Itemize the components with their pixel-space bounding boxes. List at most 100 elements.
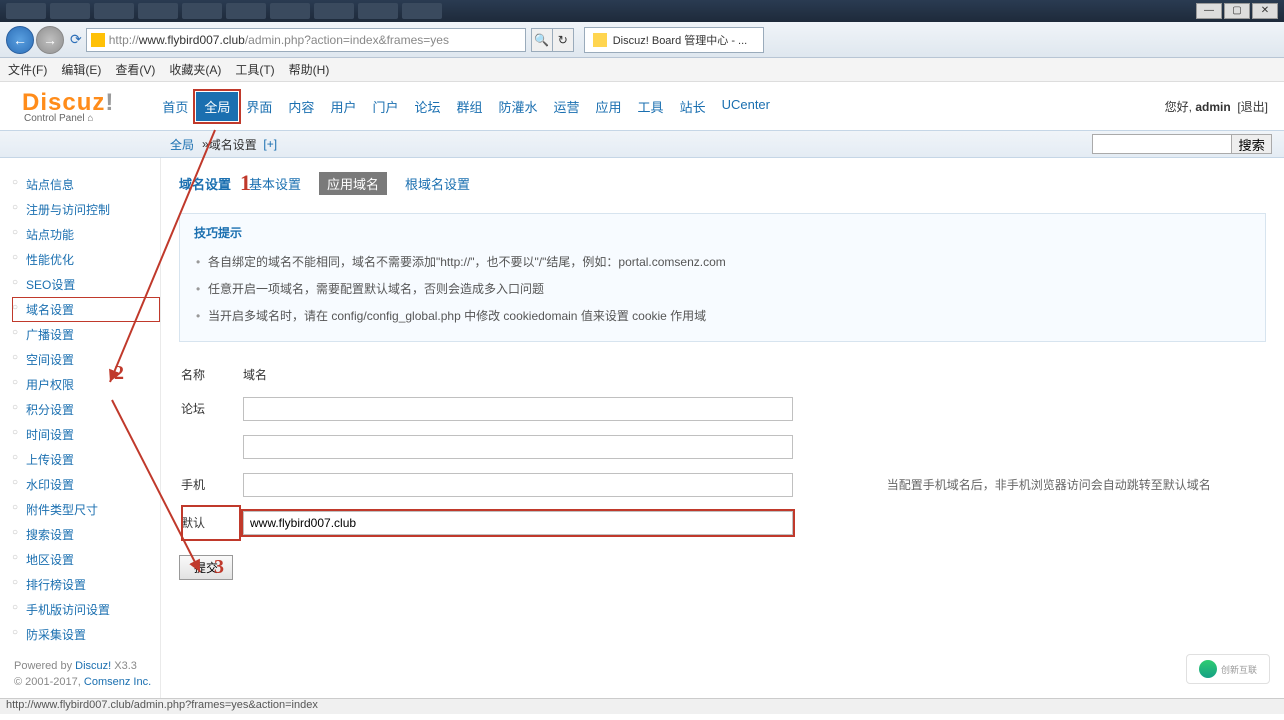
topnav-全局[interactable]: 全局 — [196, 92, 238, 121]
topnav-群组[interactable]: 群组 — [448, 92, 490, 121]
row-default-label: 默认 — [181, 505, 241, 541]
sidebar-item-5[interactable]: 域名设置 — [12, 297, 160, 322]
window-maximize[interactable]: ▢ — [1224, 3, 1250, 19]
footer-discuz-link[interactable]: Discuz! — [75, 660, 111, 672]
sidebar-item-11[interactable]: 上传设置 — [12, 447, 160, 472]
sidebar-item-7[interactable]: 空间设置 — [12, 347, 160, 372]
topnav-UCenter[interactable]: UCenter — [714, 92, 778, 121]
topnav-论坛[interactable]: 论坛 — [406, 92, 448, 121]
submit-button[interactable]: 提交 — [179, 555, 233, 580]
row-blank-label — [181, 429, 241, 465]
site-favicon — [91, 33, 105, 47]
sidebar-item-8[interactable]: 用户权限 — [12, 372, 160, 397]
tab-basic[interactable]: 基本设置 — [249, 174, 301, 193]
sidebar-item-18[interactable]: 防采集设置 — [12, 622, 160, 647]
watermark: 创新互联 — [1186, 654, 1270, 684]
go-button[interactable]: 🔍 — [531, 28, 553, 52]
tip-2: 当开启多域名时，请在 config/config_global.php 中修改 … — [194, 303, 1251, 330]
breadcrumb-root[interactable]: 全局 — [170, 136, 194, 153]
url-host: www.flybird007.club — [139, 33, 245, 47]
menu-view[interactable]: 查看(V) — [115, 61, 155, 78]
sidebar-item-14[interactable]: 搜索设置 — [12, 522, 160, 547]
menu-favorites[interactable]: 收藏夹(A) — [169, 61, 221, 78]
back-button[interactable]: ← — [6, 26, 34, 54]
forward-button[interactable]: → — [36, 26, 64, 54]
sidebar-item-17[interactable]: 手机版访问设置 — [12, 597, 160, 622]
row-mobile-note: 当配置手机域名后，非手机浏览器访问会自动跳转至默认域名 — [877, 467, 1264, 503]
browser-status-bar: http://www.flybird007.club/admin.php?fra… — [0, 698, 1284, 714]
admin-search-button[interactable]: 搜索 — [1231, 134, 1272, 154]
domain-form-table: 名称 域名 论坛 手机 当配置手机域名后，非手机浏览器访问会自动跳转至默认域名 … — [179, 358, 1266, 543]
address-bar[interactable]: http://www.flybird007.club/admin.php?act… — [86, 28, 526, 52]
topnav-防灌水[interactable]: 防灌水 — [491, 92, 546, 121]
menu-help[interactable]: 帮助(H) — [289, 61, 330, 78]
content-tabs: 域名设置 基本设置 应用域名 根域名设置 — [179, 172, 1266, 195]
sidebar-item-6[interactable]: 广播设置 — [12, 322, 160, 347]
user-area: 您好, admin [退出] — [1165, 98, 1268, 115]
breadcrumb-bar: 全局 » 域名设置 [+] 搜索 — [0, 130, 1284, 158]
footer: Powered by Discuz! X3.3 © 2001-2017, Com… — [14, 659, 151, 690]
url-scheme: http:// — [109, 33, 139, 47]
topnav-运营[interactable]: 运营 — [546, 92, 588, 121]
sidebar-item-1[interactable]: 注册与访问控制 — [12, 197, 160, 222]
row-forum-label: 论坛 — [181, 391, 241, 427]
window-close[interactable]: ✕ — [1252, 3, 1278, 19]
refresh-icon[interactable]: ⟳ — [70, 31, 82, 48]
tips-title: 技巧提示 — [194, 224, 1251, 241]
row-default-input[interactable] — [243, 511, 793, 535]
tab-favicon — [593, 33, 607, 47]
breadcrumb-sep: » — [202, 137, 209, 151]
tab-title: Discuz! Board 管理中心 - ... — [613, 32, 747, 48]
os-taskbar: — ▢ ✕ — [0, 0, 1284, 22]
col-name: 名称 — [181, 360, 241, 389]
tab-app-domain[interactable]: 应用域名 — [319, 172, 387, 195]
row-mobile-input[interactable] — [243, 473, 793, 497]
admin-search-input[interactable] — [1092, 134, 1232, 154]
tab-domain-settings[interactable]: 域名设置 — [179, 174, 231, 193]
row-forum-input[interactable] — [243, 397, 793, 421]
browser-tab[interactable]: Discuz! Board 管理中心 - ... — [584, 27, 764, 53]
breadcrumb-current: 域名设置 — [209, 136, 257, 153]
topnav-内容[interactable]: 内容 — [280, 92, 322, 121]
menu-file[interactable]: 文件(F) — [8, 61, 47, 78]
sidebar-item-9[interactable]: 积分设置 — [12, 397, 160, 422]
sidebar-item-4[interactable]: SEO设置 — [12, 272, 160, 297]
browser-toolbar: ← → ⟳ http://www.flybird007.club/admin.p… — [0, 22, 1284, 58]
row-mobile-label: 手机 — [181, 467, 241, 503]
browser-menubar: 文件(F) 编辑(E) 查看(V) 收藏夹(A) 工具(T) 帮助(H) — [0, 58, 1284, 82]
sidebar-item-15[interactable]: 地区设置 — [12, 547, 160, 572]
tip-1: 任意开启一项域名，需要配置默认域名，否则会造成多入口问题 — [194, 276, 1251, 303]
topnav-站长[interactable]: 站长 — [672, 92, 714, 121]
tip-0: 各自绑定的域名不能相同，域名不需要添加"http://"，也不要以"/"结尾，例… — [194, 249, 1251, 276]
col-domain: 域名 — [243, 360, 875, 389]
sidebar-item-3[interactable]: 性能优化 — [12, 247, 160, 272]
sidebar-item-16[interactable]: 排行榜设置 — [12, 572, 160, 597]
sidebar-item-10[interactable]: 时间设置 — [12, 422, 160, 447]
row-blank-input[interactable] — [243, 435, 793, 459]
window-minimize[interactable]: — — [1196, 3, 1222, 19]
topnav-首页[interactable]: 首页 — [154, 92, 196, 121]
footer-comsenz-link[interactable]: Comsenz Inc. — [84, 676, 151, 688]
topnav-用户[interactable]: 用户 — [322, 92, 364, 121]
top-nav: 首页全局界面内容用户门户论坛群组防灌水运营应用工具站长UCenter — [154, 92, 778, 121]
sidebar-item-13[interactable]: 附件类型尺寸 — [12, 497, 160, 522]
menu-tools[interactable]: 工具(T) — [235, 61, 274, 78]
sidebar-item-2[interactable]: 站点功能 — [12, 222, 160, 247]
breadcrumb-add[interactable]: [+] — [263, 137, 277, 151]
watermark-icon — [1199, 660, 1217, 678]
tips-box: 技巧提示 各自绑定的域名不能相同，域名不需要添加"http://"，也不要以"/… — [179, 213, 1266, 342]
sidebar-item-12[interactable]: 水印设置 — [12, 472, 160, 497]
refresh-button[interactable]: ↻ — [552, 28, 574, 52]
tab-root-domain[interactable]: 根域名设置 — [405, 174, 470, 193]
admin-header: Discuz! Control Panel ⌂ 首页全局界面内容用户门户论坛群组… — [0, 82, 1284, 130]
main-content: 域名设置 基本设置 应用域名 根域名设置 技巧提示 各自绑定的域名不能相同，域名… — [160, 158, 1284, 698]
menu-edit[interactable]: 编辑(E) — [61, 61, 101, 78]
sidebar-item-0[interactable]: 站点信息 — [12, 172, 160, 197]
topnav-应用[interactable]: 应用 — [588, 92, 630, 121]
topnav-工具[interactable]: 工具 — [630, 92, 672, 121]
logout-link[interactable]: [退出] — [1237, 100, 1268, 114]
topnav-界面[interactable]: 界面 — [238, 92, 280, 121]
topnav-门户[interactable]: 门户 — [364, 92, 406, 121]
username: admin — [1195, 100, 1230, 114]
sidebar: 站点信息注册与访问控制站点功能性能优化SEO设置域名设置广播设置空间设置用户权限… — [0, 158, 160, 698]
